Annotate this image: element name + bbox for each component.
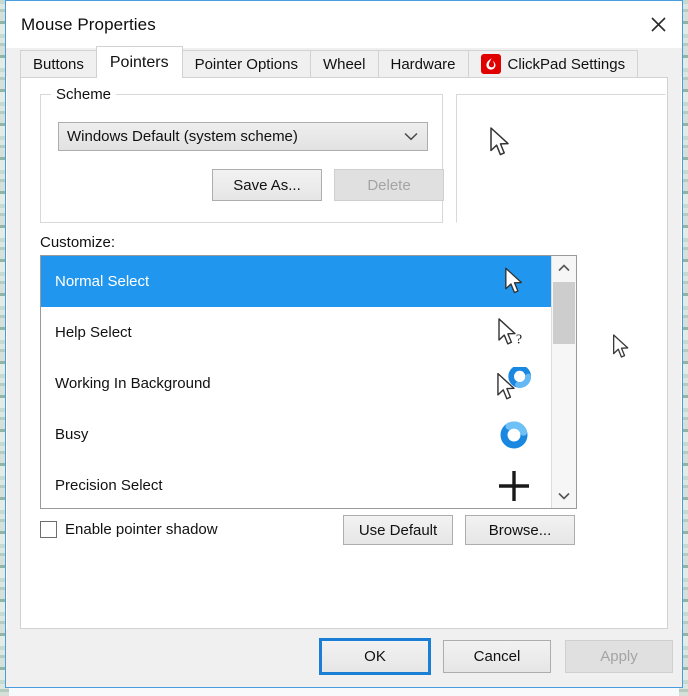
tab-label: Pointer Options <box>194 55 298 73</box>
arrow-pointer-icon <box>491 256 537 307</box>
list-item-help-select[interactable]: Help Select ? <box>41 307 551 358</box>
list-item-working-in-background[interactable]: Working In Background <box>41 358 551 409</box>
pointer-preview-group <box>456 94 666 223</box>
list-item-precision-select[interactable]: Precision Select <box>41 460 551 508</box>
enable-pointer-shadow-label: Enable pointer shadow <box>65 521 218 538</box>
list-item-label: Busy <box>55 426 89 443</box>
scheme-select[interactable]: Windows Default (system scheme) <box>58 122 428 151</box>
enable-pointer-shadow-checkbox[interactable]: Enable pointer shadow <box>40 521 218 538</box>
arrow-question-icon: ? <box>491 307 537 358</box>
svg-text:?: ? <box>516 331 522 347</box>
list-item-label: Help Select <box>55 324 132 341</box>
pointer-list-rows: Normal Select Help Select ? Working In B… <box>41 256 551 508</box>
scheme-group: Scheme Windows Default (system scheme) S… <box>40 86 444 223</box>
tab-label: Hardware <box>390 55 456 73</box>
arrow-pointer-icon <box>489 127 512 163</box>
cancel-button[interactable]: Cancel <box>443 640 551 673</box>
list-item-busy[interactable]: Busy <box>41 409 551 460</box>
list-item-label: Normal Select <box>55 273 150 290</box>
browse-button[interactable]: Browse... <box>465 515 575 545</box>
arrow-pointer-icon <box>612 334 631 365</box>
delete-button: Delete <box>334 169 444 201</box>
pointers-tab-panel: Scheme Windows Default (system scheme) S… <box>20 77 668 629</box>
tab-label: Wheel <box>322 55 366 73</box>
crosshair-icon <box>491 460 537 508</box>
tab-buttons[interactable]: Buttons <box>20 50 97 77</box>
tab-wheel[interactable]: Wheel <box>309 50 379 77</box>
save-as-button[interactable]: Save As... <box>212 169 322 201</box>
save-as-label: Save As... <box>233 176 301 194</box>
chevron-down-icon[interactable] <box>552 484 576 508</box>
arrow-busy-ring-icon <box>491 358 537 409</box>
busy-ring-icon <box>491 409 537 460</box>
tab-label: Buttons <box>33 55 84 73</box>
use-default-button[interactable]: Use Default <box>343 515 453 545</box>
tab-hardware[interactable]: Hardware <box>377 50 469 77</box>
list-item-label: Precision Select <box>55 477 163 494</box>
scheme-select-value: Windows Default (system scheme) <box>67 128 298 145</box>
pointer-list[interactable]: Normal Select Help Select ? Working In B… <box>40 255 577 509</box>
browse-label: Browse... <box>488 521 552 539</box>
use-default-label: Use Default <box>358 521 438 539</box>
ok-label: OK <box>364 648 386 665</box>
chevron-up-icon[interactable] <box>552 256 576 280</box>
dialog-footer: OK Cancel Apply <box>6 629 682 687</box>
tab-clickpad-settings[interactable]: ClickPad Settings <box>467 50 639 77</box>
pointer-list-scrollbar[interactable] <box>551 256 576 508</box>
tab-pointers[interactable]: Pointers <box>95 46 183 78</box>
list-item-label: Working In Background <box>55 375 211 392</box>
synaptics-clickpad-icon <box>480 54 501 74</box>
delete-label: Delete <box>367 176 411 194</box>
tab-label: Pointers <box>109 53 169 71</box>
apply-label: Apply <box>600 648 638 665</box>
close-icon[interactable] <box>634 1 682 47</box>
mouse-properties-window: Mouse Properties Buttons Pointers Pointe… <box>5 0 683 688</box>
apply-button: Apply <box>565 640 673 673</box>
ok-button[interactable]: OK <box>321 640 429 673</box>
scheme-group-legend: Scheme <box>51 86 117 103</box>
tab-strip: Buttons Pointers Pointer Options Wheel H… <box>6 46 682 78</box>
cancel-label: Cancel <box>473 648 521 665</box>
checkbox-box[interactable] <box>40 521 57 538</box>
title-bar: Mouse Properties <box>6 1 682 48</box>
window-title: Mouse Properties <box>21 14 156 34</box>
tab-pointer-options[interactable]: Pointer Options <box>181 50 311 77</box>
list-item-normal-select[interactable]: Normal Select <box>41 256 551 307</box>
tab-label: ClickPad Settings <box>507 55 626 73</box>
scrollbar-thumb[interactable] <box>553 282 575 344</box>
chevron-down-icon <box>404 123 418 150</box>
customize-label: Customize: <box>40 234 116 251</box>
